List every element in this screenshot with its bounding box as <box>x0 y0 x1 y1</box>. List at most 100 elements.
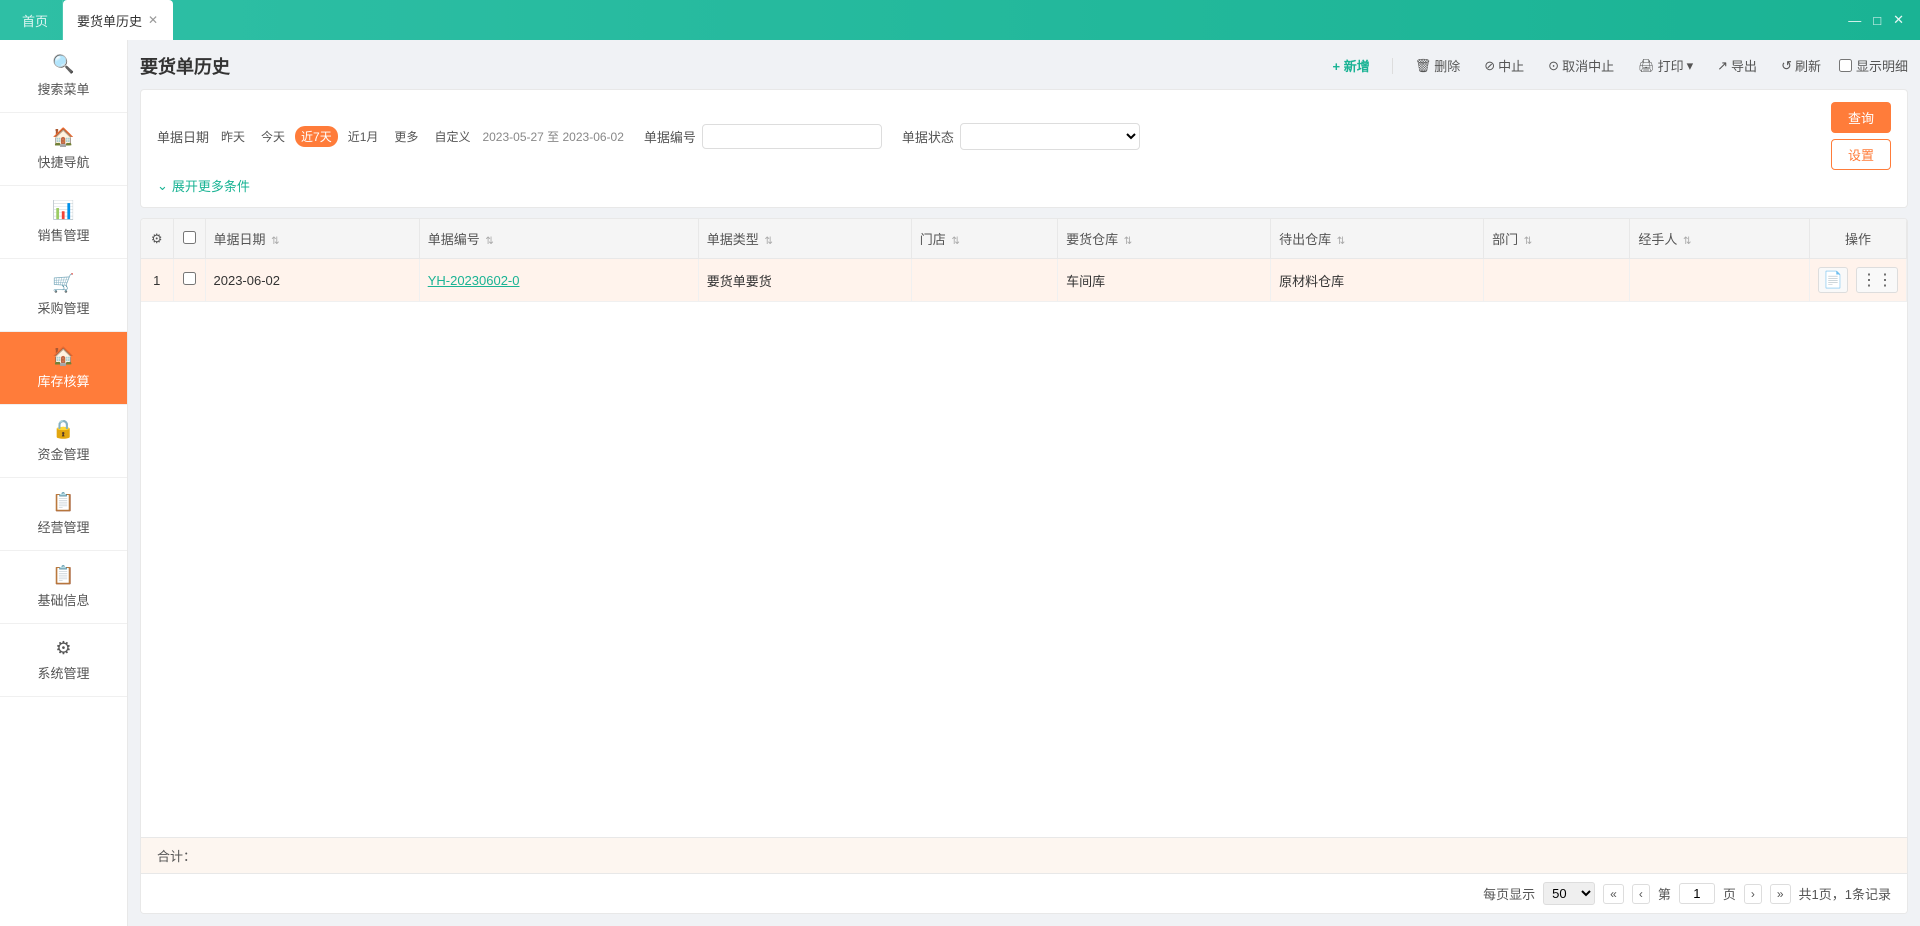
expand-icon: ⌄ <box>157 178 168 194</box>
window-controls: — □ ✕ <box>1848 12 1912 28</box>
sort-store-icon: ⇅ <box>951 236 959 247</box>
row-dept <box>1484 259 1630 302</box>
sidebar-item-quicknav[interactable]: 🏠 快捷导航 <box>0 113 127 186</box>
sort-reqwh-icon: ⇅ <box>1124 236 1132 247</box>
export-button[interactable]: ↗ 导出 <box>1711 52 1763 79</box>
edit-icon[interactable]: 📄 <box>1818 267 1848 293</box>
row-out-warehouse: 原材料仓库 <box>1271 259 1484 302</box>
row-doctype: 要货单要货 <box>698 259 911 302</box>
date-btn-yesterday[interactable]: 昨天 <box>215 126 251 147</box>
table-body: 1 2023-06-02 YH-20230602-0 要货单要货 车间库 原材料… <box>141 259 1907 302</box>
sidebar-item-finance[interactable]: 🔒 资金管理 <box>0 405 127 478</box>
sales-icon: 📊 <box>52 200 74 221</box>
system-icon: ⚙ <box>55 638 71 659</box>
date-filter: 单据日期 昨天 今天 近7天 近1月 更多 自定义 2023-05-27 至 2… <box>157 126 624 147</box>
page-number-input[interactable] <box>1679 883 1715 904</box>
select-all-checkbox[interactable] <box>183 231 196 244</box>
sidebar: 🔍 搜索菜单 🏠 快捷导航 📊 销售管理 🛒 采购管理 🏠 库存核算 🔒 资金管… <box>0 40 128 926</box>
page-label: 第 <box>1658 884 1671 903</box>
per-page-select[interactable]: 50 20 100 <box>1543 882 1595 905</box>
row-handler <box>1630 259 1810 302</box>
sort-outwh-icon: ⇅ <box>1337 236 1345 247</box>
expand-more[interactable]: ⌄ 展开更多条件 <box>157 176 1891 195</box>
divider <box>1392 58 1393 74</box>
row-docno[interactable]: YH-20230602-0 <box>419 259 698 302</box>
status-label: 单据状态 <box>902 127 954 146</box>
delete-icon: 🗑 <box>1415 58 1432 74</box>
sidebar-item-operations[interactable]: 📋 经营管理 <box>0 478 127 551</box>
row-req-warehouse: 车间库 <box>1058 259 1271 302</box>
more-icon[interactable]: ⋮⋮ <box>1856 267 1898 293</box>
close-btn[interactable]: ✕ <box>1893 12 1904 28</box>
cancel-stop-button[interactable]: ⊙ 取消中止 <box>1542 52 1620 79</box>
main-layout: 🔍 搜索菜单 🏠 快捷导航 📊 销售管理 🛒 采购管理 🏠 库存核算 🔒 资金管… <box>0 40 1920 926</box>
docno-input[interactable] <box>702 124 882 149</box>
query-actions: 查询 设置 <box>1831 102 1891 170</box>
sidebar-label-finance: 资金管理 <box>37 444 89 463</box>
filter-row: 单据日期 昨天 今天 近7天 近1月 更多 自定义 2023-05-27 至 2… <box>157 102 1891 170</box>
page-header: 要货单历史 + 新增 🗑 删除 ⊘ 中止 ⊙ 取消中止 🖨 打 <box>140 52 1908 79</box>
col-date[interactable]: 单据日期 ⇅ <box>205 219 419 259</box>
pagination-bar: 每页显示 50 20 100 « ‹ 第 页 › » 共1页，1条记录 <box>141 873 1907 913</box>
query-button[interactable]: 查询 <box>1831 102 1891 133</box>
sidebar-item-inventory[interactable]: 🏠 库存核算 <box>0 332 127 405</box>
col-handler[interactable]: 经手人 ⇅ <box>1630 219 1810 259</box>
sort-dept-icon: ⇅ <box>1524 236 1532 247</box>
date-label: 单据日期 <box>157 127 209 146</box>
prev-page-btn[interactable]: ‹ <box>1632 884 1650 904</box>
sidebar-item-basicinfo[interactable]: 📋 基础信息 <box>0 551 127 624</box>
last-page-btn[interactable]: » <box>1770 884 1791 904</box>
display-detail-input[interactable] <box>1839 59 1852 72</box>
tab-close-icon[interactable]: ✕ <box>148 13 158 27</box>
date-btn-1month[interactable]: 近1月 <box>342 126 385 147</box>
row-checkbox[interactable] <box>183 272 196 285</box>
print-button[interactable]: 🖨 打印 ▾ <box>1632 52 1699 79</box>
sort-docno-icon: ⇅ <box>485 236 493 247</box>
sidebar-label-inventory: 库存核算 <box>37 371 89 390</box>
print-icon: 🖨 <box>1638 58 1655 74</box>
first-page-btn[interactable]: « <box>1603 884 1624 904</box>
operations-icon: 📋 <box>52 492 74 513</box>
sidebar-item-purchase[interactable]: 🛒 采购管理 <box>0 259 127 332</box>
sidebar-item-search[interactable]: 🔍 搜索菜单 <box>0 40 127 113</box>
col-docno[interactable]: 单据编号 ⇅ <box>419 219 698 259</box>
row-date: 2023-06-02 <box>205 259 419 302</box>
date-buttons: 昨天 今天 近7天 近1月 更多 自定义 <box>215 126 476 147</box>
maximize-btn[interactable]: □ <box>1873 13 1881 28</box>
sidebar-item-system[interactable]: ⚙ 系统管理 <box>0 624 127 697</box>
date-btn-more[interactable]: 更多 <box>388 126 424 147</box>
col-doctype[interactable]: 单据类型 ⇅ <box>698 219 911 259</box>
col-settings[interactable]: ⚙ <box>141 219 173 259</box>
col-checkbox <box>173 219 205 259</box>
next-page-btn[interactable]: › <box>1744 884 1762 904</box>
page-unit: 页 <box>1723 884 1736 903</box>
delete-button[interactable]: 🗑 删除 <box>1409 52 1467 79</box>
row-operations: 📄 ⋮⋮ <box>1810 259 1907 302</box>
sidebar-label-operations: 经营管理 <box>37 517 89 536</box>
sort-handler-icon: ⇅ <box>1683 236 1691 247</box>
tab-home[interactable]: 首页 <box>8 0 63 40</box>
sidebar-item-sales[interactable]: 📊 销售管理 <box>0 186 127 259</box>
display-detail-checkbox[interactable]: 显示明细 <box>1839 56 1908 75</box>
col-store[interactable]: 门店 ⇅ <box>911 219 1057 259</box>
date-btn-custom[interactable]: 自定义 <box>428 126 476 147</box>
search-icon: 🔍 <box>52 54 74 75</box>
status-select[interactable] <box>960 123 1140 150</box>
stop-button[interactable]: ⊘ 中止 <box>1478 52 1530 79</box>
col-out-warehouse[interactable]: 待出仓库 ⇅ <box>1271 219 1484 259</box>
per-page-label: 每页显示 <box>1483 884 1535 903</box>
inventory-icon: 🏠 <box>52 346 74 367</box>
date-btn-today[interactable]: 今天 <box>255 126 291 147</box>
table-container: ⚙ 单据日期 ⇅ 单据编号 ⇅ 单据类型 <box>140 218 1908 914</box>
minimize-btn[interactable]: — <box>1848 13 1861 28</box>
setting-button[interactable]: 设置 <box>1831 139 1891 170</box>
refresh-icon: ↺ <box>1781 58 1792 74</box>
tab-requisition-history[interactable]: 要货单历史 ✕ <box>63 0 173 40</box>
finance-icon: 🔒 <box>52 419 74 440</box>
date-btn-7days[interactable]: 近7天 <box>295 126 338 147</box>
refresh-button[interactable]: ↺ 刷新 <box>1775 52 1827 79</box>
new-button[interactable]: + 新增 <box>1326 52 1375 79</box>
sort-type-icon: ⇅ <box>764 236 772 247</box>
col-dept[interactable]: 部门 ⇅ <box>1484 219 1630 259</box>
col-req-warehouse[interactable]: 要货仓库 ⇅ <box>1058 219 1271 259</box>
